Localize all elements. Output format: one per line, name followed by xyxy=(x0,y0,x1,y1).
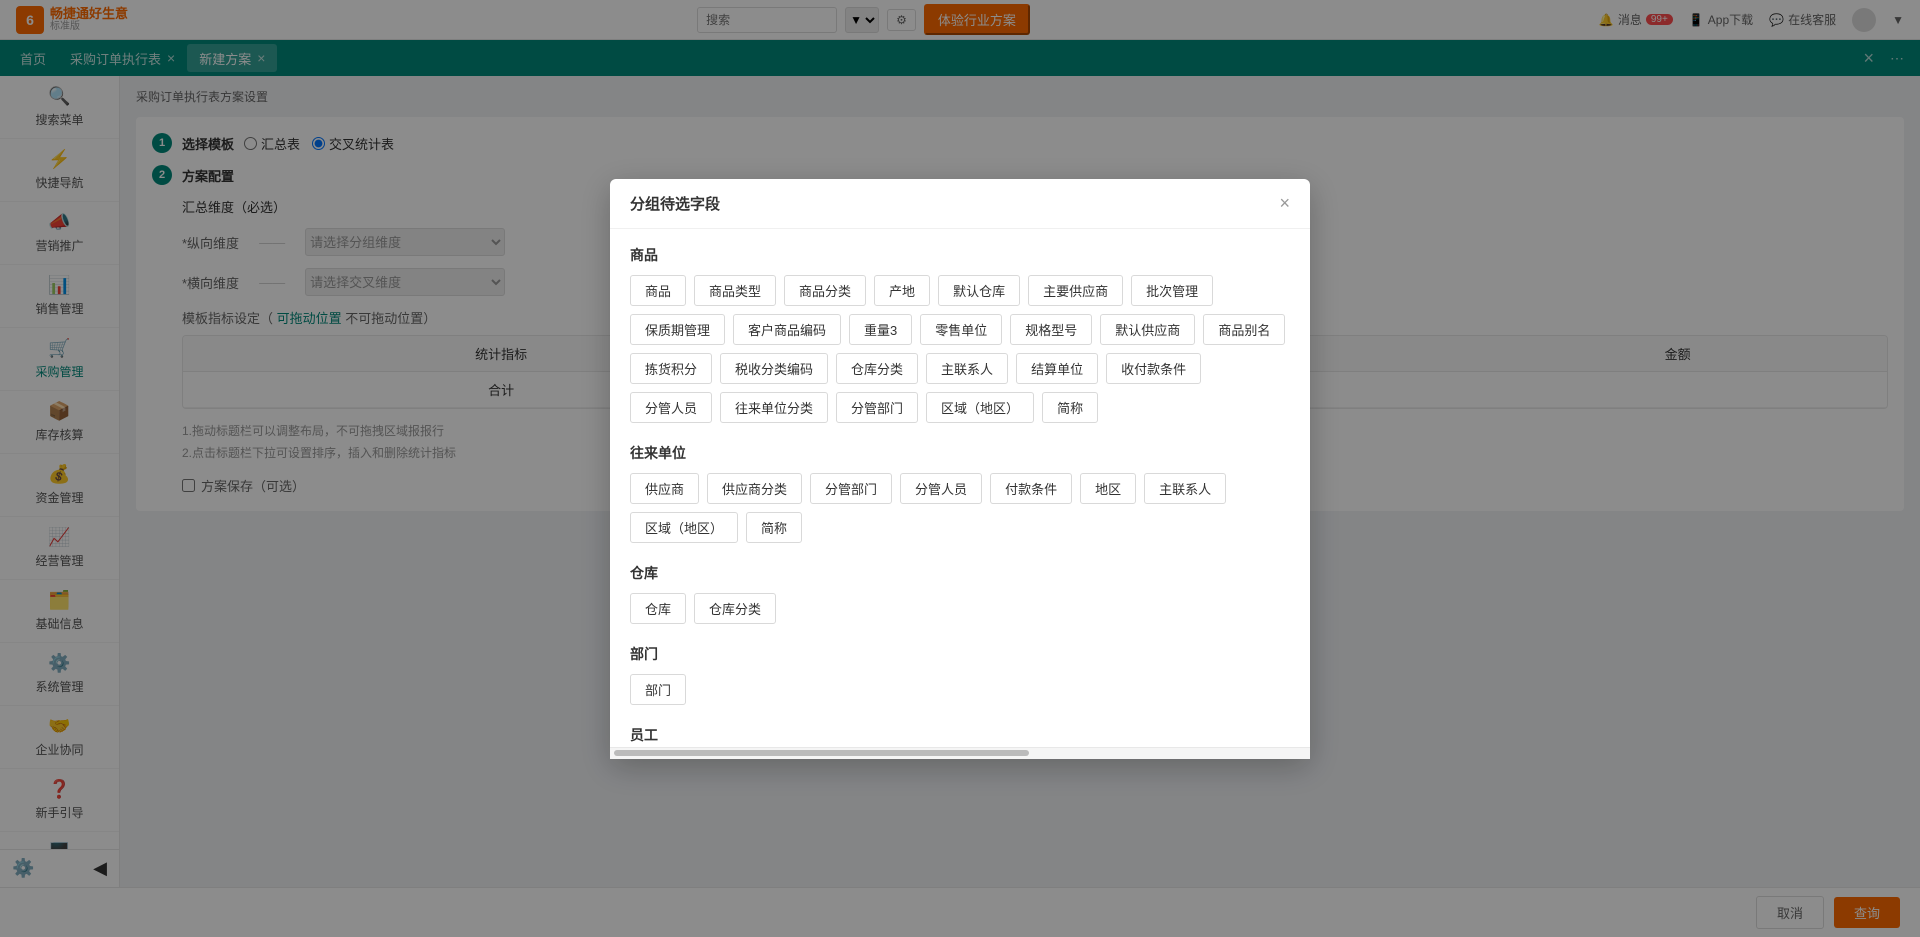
field-tag-product-12[interactable]: 默认供应商 xyxy=(1100,314,1195,345)
field-group-employee: 员工 业务员 xyxy=(630,725,1290,747)
field-tag-product-2[interactable]: 商品分类 xyxy=(784,275,866,306)
modal-body[interactable]: 商品 商品 商品类型 商品分类 产地 默认仓库 主要供应商 批次管理 保质期管理… xyxy=(610,229,1310,747)
field-tag-cp-1[interactable]: 供应商分类 xyxy=(707,473,802,504)
field-group-warehouse-tags: 仓库 仓库分类 xyxy=(630,593,1290,624)
field-tag-product-21[interactable]: 往来单位分类 xyxy=(720,392,828,423)
field-tag-product-14[interactable]: 拣货积分 xyxy=(630,353,712,384)
field-group-department-tags: 部门 xyxy=(630,674,1290,705)
field-tag-product-18[interactable]: 结算单位 xyxy=(1016,353,1098,384)
field-tag-product-10[interactable]: 零售单位 xyxy=(920,314,1002,345)
field-tag-product-17[interactable]: 主联系人 xyxy=(926,353,1008,384)
field-tag-cp-4[interactable]: 付款条件 xyxy=(990,473,1072,504)
modal-overlay: 分组待选字段 × 商品 商品 商品类型 商品分类 产地 默认仓库 主要供应商 批… xyxy=(0,0,1920,937)
field-tag-product-13[interactable]: 商品别名 xyxy=(1203,314,1285,345)
field-tag-cp-3[interactable]: 分管人员 xyxy=(900,473,982,504)
modal-header: 分组待选字段 × xyxy=(610,179,1310,229)
field-tag-wh-0[interactable]: 仓库 xyxy=(630,593,686,624)
field-tag-cp-7[interactable]: 区域（地区） xyxy=(630,512,738,543)
field-tag-product-16[interactable]: 仓库分类 xyxy=(836,353,918,384)
field-tag-product-7[interactable]: 保质期管理 xyxy=(630,314,725,345)
field-group-counterpart-title: 往来单位 xyxy=(630,443,1290,463)
field-tag-product-6[interactable]: 批次管理 xyxy=(1131,275,1213,306)
field-tag-product-3[interactable]: 产地 xyxy=(874,275,930,306)
field-tag-product-15[interactable]: 税收分类编码 xyxy=(720,353,828,384)
field-group-department-title: 部门 xyxy=(630,644,1290,664)
field-group-employee-title: 员工 xyxy=(630,725,1290,745)
field-select-modal: 分组待选字段 × 商品 商品 商品类型 商品分类 产地 默认仓库 主要供应商 批… xyxy=(610,179,1310,759)
field-tag-wh-1[interactable]: 仓库分类 xyxy=(694,593,776,624)
field-tag-product-1[interactable]: 商品类型 xyxy=(694,275,776,306)
field-group-counterpart-tags: 供应商 供应商分类 分管部门 分管人员 付款条件 地区 主联系人 区域（地区） … xyxy=(630,473,1290,543)
field-tag-cp-8[interactable]: 简称 xyxy=(746,512,802,543)
field-tag-dept-0[interactable]: 部门 xyxy=(630,674,686,705)
field-group-product: 商品 商品 商品类型 商品分类 产地 默认仓库 主要供应商 批次管理 保质期管理… xyxy=(630,245,1290,423)
field-group-department: 部门 部门 xyxy=(630,644,1290,705)
field-tag-product-19[interactable]: 收付款条件 xyxy=(1106,353,1201,384)
field-tag-cp-6[interactable]: 主联系人 xyxy=(1144,473,1226,504)
field-tag-product-24[interactable]: 简称 xyxy=(1042,392,1098,423)
field-tag-product-9[interactable]: 重量3 xyxy=(849,314,912,345)
field-group-product-title: 商品 xyxy=(630,245,1290,265)
modal-close-button[interactable]: × xyxy=(1279,194,1290,212)
hscroll-thumb[interactable] xyxy=(614,750,1029,756)
field-group-product-tags: 商品 商品类型 商品分类 产地 默认仓库 主要供应商 批次管理 保质期管理 客户… xyxy=(630,275,1290,423)
field-tag-cp-5[interactable]: 地区 xyxy=(1080,473,1136,504)
modal-hscrollbar[interactable] xyxy=(610,747,1310,759)
field-group-counterpart: 往来单位 供应商 供应商分类 分管部门 分管人员 付款条件 地区 主联系人 区域… xyxy=(630,443,1290,543)
field-group-warehouse-title: 仓库 xyxy=(630,563,1290,583)
field-tag-product-0[interactable]: 商品 xyxy=(630,275,686,306)
field-tag-cp-2[interactable]: 分管部门 xyxy=(810,473,892,504)
field-tag-cp-0[interactable]: 供应商 xyxy=(630,473,699,504)
field-tag-product-5[interactable]: 主要供应商 xyxy=(1028,275,1123,306)
field-tag-product-4[interactable]: 默认仓库 xyxy=(938,275,1020,306)
field-tag-product-20[interactable]: 分管人员 xyxy=(630,392,712,423)
modal-title: 分组待选字段 xyxy=(630,193,720,214)
field-tag-product-22[interactable]: 分管部门 xyxy=(836,392,918,423)
field-tag-product-8[interactable]: 客户商品编码 xyxy=(733,314,841,345)
field-tag-product-11[interactable]: 规格型号 xyxy=(1010,314,1092,345)
field-tag-product-23[interactable]: 区域（地区） xyxy=(926,392,1034,423)
field-group-warehouse: 仓库 仓库 仓库分类 xyxy=(630,563,1290,624)
